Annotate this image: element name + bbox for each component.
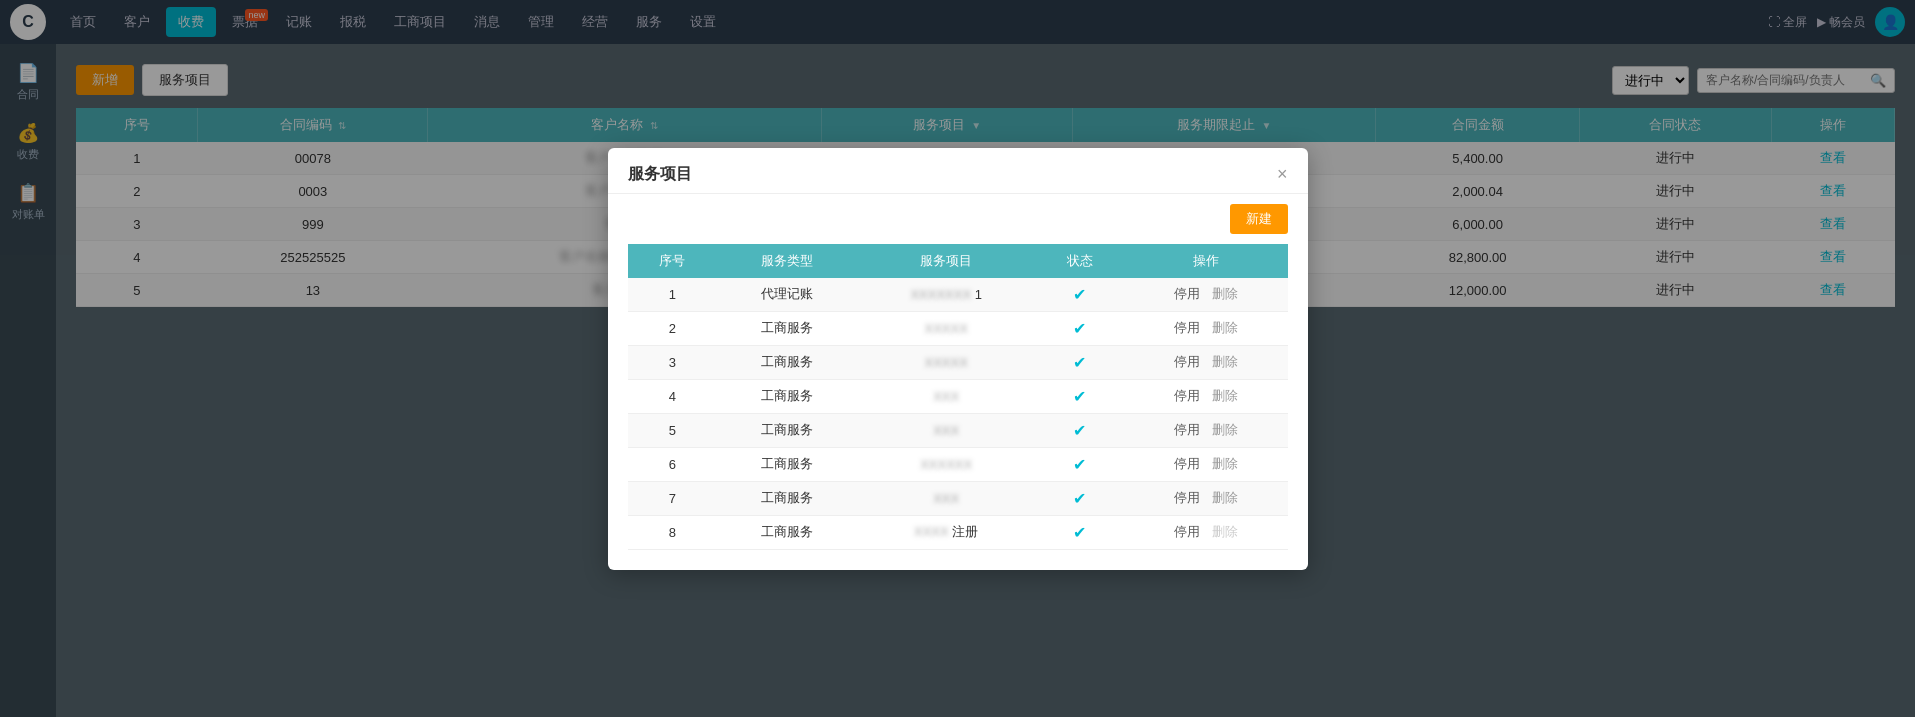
- stop-button[interactable]: 停用: [1174, 320, 1200, 335]
- modal-table-wrap: 序号 服务类型 服务项目 状态 操作 1 代理记账 XXXXXXX 1 ✔: [608, 244, 1308, 570]
- stop-button[interactable]: 停用: [1174, 524, 1200, 539]
- modal-col-type: 服务类型: [717, 244, 857, 278]
- modal-cell-seq: 5: [628, 413, 718, 447]
- modal-cell-type: 工商服务: [717, 447, 857, 481]
- modal-cell-action: 停用 删除: [1125, 481, 1288, 515]
- modal-cell-status: ✔: [1035, 278, 1125, 312]
- modal-cell-type: 工商服务: [717, 413, 857, 447]
- modal-cell-type: 代理记账: [717, 278, 857, 312]
- delete-button[interactable]: 删除: [1212, 524, 1238, 539]
- modal-cell-item: XXX: [857, 379, 1035, 413]
- modal-cell-action: 停用 删除: [1125, 515, 1288, 549]
- modal-cell-seq: 8: [628, 515, 718, 549]
- modal-cell-type: 工商服务: [717, 345, 857, 379]
- modal-cell-type: 工商服务: [717, 379, 857, 413]
- stop-button[interactable]: 停用: [1174, 456, 1200, 471]
- modal-table-row: 6 工商服务 XXXXXX ✔ 停用 删除: [628, 447, 1288, 481]
- modal-cell-action: 停用 删除: [1125, 345, 1288, 379]
- modal-cell-seq: 1: [628, 278, 718, 312]
- modal-cell-action: 停用 删除: [1125, 278, 1288, 312]
- modal-table-row: 8 工商服务 XXXX 注册 ✔ 停用 删除: [628, 515, 1288, 549]
- modal-cell-type: 工商服务: [717, 481, 857, 515]
- modal-cell-status: ✔: [1035, 447, 1125, 481]
- modal-cell-item: XXXXXX: [857, 447, 1035, 481]
- modal-table-row: 1 代理记账 XXXXXXX 1 ✔ 停用 删除: [628, 278, 1288, 312]
- modal-table-row: 2 工商服务 XXXXX ✔ 停用 删除: [628, 311, 1288, 345]
- delete-button[interactable]: 删除: [1212, 422, 1238, 437]
- modal-toolbar: 新建: [608, 194, 1308, 244]
- modal-new-button[interactable]: 新建: [1230, 204, 1288, 234]
- service-item-modal: 服务项目 × 新建 序号 服务类型 服务项目 状态 操作: [608, 148, 1308, 570]
- modal-cell-item: XXX: [857, 413, 1035, 447]
- modal-cell-seq: 6: [628, 447, 718, 481]
- modal-cell-seq: 4: [628, 379, 718, 413]
- modal-header: 服务项目 ×: [608, 148, 1308, 194]
- stop-button[interactable]: 停用: [1174, 422, 1200, 437]
- modal-cell-action: 停用 删除: [1125, 379, 1288, 413]
- stop-button[interactable]: 停用: [1174, 286, 1200, 301]
- modal-cell-item: XXXXX: [857, 345, 1035, 379]
- stop-button[interactable]: 停用: [1174, 354, 1200, 369]
- modal-cell-seq: 3: [628, 345, 718, 379]
- modal-cell-status: ✔: [1035, 379, 1125, 413]
- modal-table-row: 5 工商服务 XXX ✔ 停用 删除: [628, 413, 1288, 447]
- modal-cell-status: ✔: [1035, 413, 1125, 447]
- modal-cell-action: 停用 删除: [1125, 413, 1288, 447]
- modal-cell-type: 工商服务: [717, 515, 857, 549]
- modal-cell-status: ✔: [1035, 311, 1125, 345]
- service-item-table: 序号 服务类型 服务项目 状态 操作 1 代理记账 XXXXXXX 1 ✔: [628, 244, 1288, 550]
- modal-close-button[interactable]: ×: [1277, 164, 1288, 185]
- modal-table-row: 7 工商服务 XXX ✔ 停用 删除: [628, 481, 1288, 515]
- modal-cell-status: ✔: [1035, 481, 1125, 515]
- modal-col-seq: 序号: [628, 244, 718, 278]
- modal-cell-item: XXXXXXX 1: [857, 278, 1035, 312]
- modal-cell-seq: 2: [628, 311, 718, 345]
- stop-button[interactable]: 停用: [1174, 388, 1200, 403]
- delete-button[interactable]: 删除: [1212, 320, 1238, 335]
- modal-col-action: 操作: [1125, 244, 1288, 278]
- delete-button[interactable]: 删除: [1212, 456, 1238, 471]
- modal-cell-action: 停用 删除: [1125, 311, 1288, 345]
- modal-cell-action: 停用 删除: [1125, 447, 1288, 481]
- modal-overlay[interactable]: 服务项目 × 新建 序号 服务类型 服务项目 状态 操作: [0, 0, 1915, 717]
- modal-title: 服务项目: [628, 164, 692, 185]
- modal-cell-status: ✔: [1035, 345, 1125, 379]
- modal-cell-item: XXXX 注册: [857, 515, 1035, 549]
- delete-button[interactable]: 删除: [1212, 354, 1238, 369]
- delete-button[interactable]: 删除: [1212, 286, 1238, 301]
- modal-cell-item: XXXXX: [857, 311, 1035, 345]
- modal-cell-seq: 7: [628, 481, 718, 515]
- delete-button[interactable]: 删除: [1212, 388, 1238, 403]
- modal-col-status: 状态: [1035, 244, 1125, 278]
- stop-button[interactable]: 停用: [1174, 490, 1200, 505]
- modal-cell-status: ✔: [1035, 515, 1125, 549]
- delete-button[interactable]: 删除: [1212, 490, 1238, 505]
- modal-cell-item: XXX: [857, 481, 1035, 515]
- modal-cell-type: 工商服务: [717, 311, 857, 345]
- modal-col-item: 服务项目: [857, 244, 1035, 278]
- modal-table-row: 3 工商服务 XXXXX ✔ 停用 删除: [628, 345, 1288, 379]
- modal-table-row: 4 工商服务 XXX ✔ 停用 删除: [628, 379, 1288, 413]
